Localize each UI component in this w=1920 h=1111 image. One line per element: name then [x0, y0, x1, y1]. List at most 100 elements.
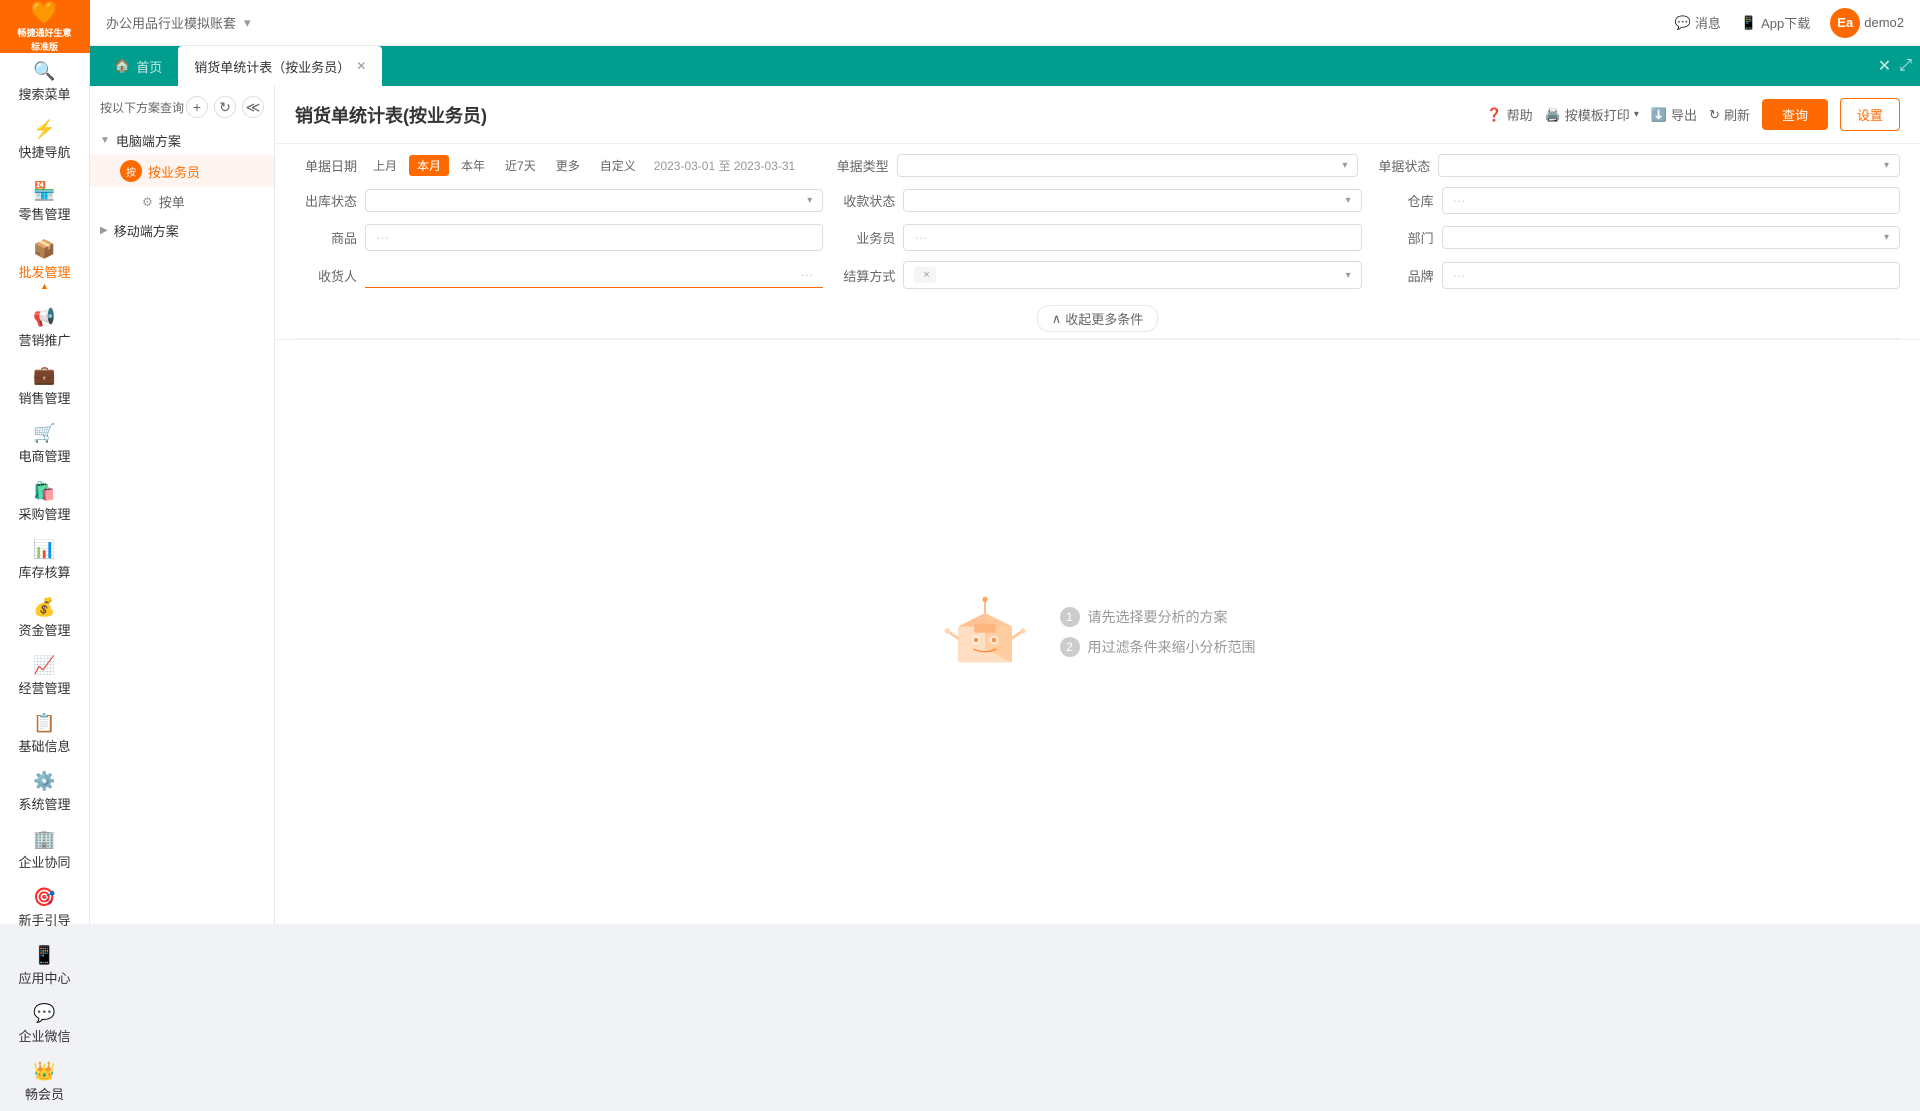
warehouse-label: 仓库	[1372, 191, 1442, 210]
query-button[interactable]: 查询	[1762, 99, 1828, 130]
export-icon: ⬇️	[1651, 107, 1667, 123]
sidebar-item-enterprise[interactable]: 🏢 企业协同	[0, 821, 90, 879]
print-btn[interactable]: 🖨️ 按模板打印 ▾	[1545, 105, 1639, 124]
goods-filter: ···	[365, 224, 823, 251]
doc-type-select[interactable]: ▾	[897, 154, 1359, 177]
order-scheme-icon: ⚙	[142, 195, 153, 209]
out-status-select[interactable]: ▾	[365, 189, 823, 212]
page-title: 销货单统计表(按业务员)	[295, 102, 487, 140]
tree-child-salesperson[interactable]: 按 按业务员	[90, 155, 274, 187]
date-range: 2023-03-01 至 2023-03-31	[654, 157, 795, 174]
sidebar-item-newcomer[interactable]: 🎯 新手引导	[0, 879, 90, 937]
date-tab-more[interactable]: 更多	[548, 155, 588, 176]
collapse-panel-btn[interactable]: ≪	[242, 96, 264, 118]
app-subtitle: 标准版	[31, 40, 58, 53]
export-btn[interactable]: ⬇️ 导出	[1651, 105, 1697, 124]
sidebar-item-ecommerce[interactable]: 🛒 电商管理	[0, 415, 90, 473]
left-panel-actions: + ↻ ≪	[186, 96, 264, 118]
goods-label: 商品	[295, 228, 365, 247]
tab-sales-stat[interactable]: 销货单统计表（按业务员） ✕	[178, 46, 382, 86]
date-tab-7days[interactable]: 近7天	[497, 155, 544, 176]
sidebar-item-app-center[interactable]: 📱 应用中心	[0, 937, 90, 995]
app-center-icon: 📱	[33, 945, 55, 966]
sidebar-item-quick-nav[interactable]: ⚡ 快捷导航	[0, 111, 90, 169]
quick-nav-icon: ⚡	[33, 119, 55, 140]
sidebar-item-wechat[interactable]: 💬 企业微信	[0, 995, 90, 1053]
app-download-btn[interactable]: 📱 App下载	[1741, 13, 1810, 32]
sidebar-item-label: 销售管理	[18, 388, 70, 407]
sidebar-item-label: 库存核算	[18, 562, 70, 581]
sidebar-item-vip[interactable]: 👑 畅会员	[0, 1053, 90, 1111]
wechat-icon: 💬	[33, 1003, 55, 1024]
date-filter: 上月 本月 本年 近7天 更多 自定义 2023-03-01 至 2023-03…	[365, 155, 827, 176]
sidebar-item-system[interactable]: ⚙️ 系统管理	[0, 763, 90, 821]
receiver-input[interactable]: ···	[365, 262, 823, 288]
tab-home[interactable]: 🏠 首页	[98, 46, 178, 86]
brand-select[interactable]: ···	[1442, 262, 1900, 289]
salesperson-select[interactable]: ···	[903, 224, 1361, 251]
tab-close-icon[interactable]: ✕	[356, 59, 366, 73]
date-label: 单据日期	[295, 156, 365, 175]
finance-icon: 💰	[33, 597, 55, 618]
date-tab-this-year[interactable]: 本年	[453, 155, 493, 176]
warehouse-select[interactable]: ···	[1442, 187, 1900, 214]
date-tabs: 上月 本月 本年 近7天 更多 自定义	[365, 155, 644, 176]
date-tab-last-month[interactable]: 上月	[365, 155, 405, 176]
date-tab-this-month[interactable]: 本月	[409, 155, 449, 176]
sidebar-item-label: 企业微信	[18, 1026, 70, 1045]
sidebar-item-label: 搜索菜单	[18, 84, 70, 103]
topbar-dropdown-icon[interactable]: ▾	[244, 15, 251, 31]
tree-item-desktop[interactable]: ▼ 电脑端方案	[90, 126, 274, 155]
tip-text-1: 请先选择要分析的方案	[1088, 607, 1228, 627]
settings-button[interactable]: 设置	[1840, 98, 1900, 131]
sidebar-item-label: 新手引导	[18, 910, 70, 929]
help-btn[interactable]: ❓ 帮助	[1486, 105, 1532, 124]
sidebar-item-finance[interactable]: 💰 资金管理	[0, 589, 90, 647]
help-icon: ❓	[1486, 107, 1502, 123]
chevron-down-icon-6: ▾	[1346, 270, 1351, 281]
doc-status-filter: ▾	[1438, 154, 1900, 177]
warehouse-filter: ···	[1442, 187, 1900, 214]
filter-row-1: 单据日期 上月 本月 本年 近7天 更多 自定义 2023-03-01 至 20…	[295, 154, 1900, 177]
tree-item-mobile[interactable]: ▶ 移动端方案	[90, 216, 274, 245]
doc-status-select[interactable]: ▾	[1438, 154, 1900, 177]
sidebar-item-operations[interactable]: 📈 经营管理	[0, 647, 90, 705]
tag-close-icon[interactable]: ×	[923, 269, 929, 281]
refresh-btn[interactable]: ↻ 刷新	[1709, 105, 1750, 124]
page-header: 销货单统计表(按业务员) ❓ 帮助 🖨️ 按模板打印 ▾ ⬇️ 导出	[275, 86, 1920, 144]
sidebar-item-wholesale[interactable]: 📦 批发管理 ▲	[0, 231, 90, 299]
chevron-down-icon: ▾	[1342, 160, 1347, 171]
chevron-up-icon: ▲	[40, 281, 49, 291]
sidebar-item-marketing[interactable]: 📢 营销推广	[0, 299, 90, 357]
filter-row-4: 收货人 ··· 结算方式 ×	[295, 261, 1900, 289]
goods-select[interactable]: ···	[365, 224, 823, 251]
tree-grandchild-order[interactable]: ⚙ 按单	[90, 187, 274, 216]
collapse-icon: ∧	[1052, 311, 1062, 327]
user-profile[interactable]: Ea demo2	[1830, 8, 1904, 38]
date-tab-custom[interactable]: 自定义	[592, 155, 644, 176]
sidebar-item-retail[interactable]: 🏪 零售管理	[0, 173, 90, 231]
payment-select[interactable]: × ▾	[903, 261, 1361, 289]
sidebar-item-inventory[interactable]: 📊 库存核算	[0, 531, 90, 589]
refresh-scheme-btn[interactable]: ↻	[214, 96, 236, 118]
receipt-status-select[interactable]: ▾	[903, 189, 1361, 212]
empty-tip-1: 1 请先选择要分析的方案	[1060, 607, 1256, 627]
sidebar-item-sales[interactable]: 💼 销售管理	[0, 357, 90, 415]
dept-label: 部门	[1372, 228, 1442, 247]
tab-close-btn[interactable]: ✕	[1878, 56, 1891, 76]
collapse-filter-btn[interactable]: ∧ 收起更多条件	[1037, 305, 1159, 332]
empty-tip-2: 2 用过滤条件来缩小分析范围	[1060, 637, 1256, 657]
add-scheme-btn[interactable]: +	[186, 96, 208, 118]
dept-select[interactable]: ▾	[1442, 226, 1900, 249]
receiver-label: 收货人	[295, 266, 365, 285]
sidebar-item-purchase[interactable]: 🛍️ 采购管理	[0, 473, 90, 531]
sidebar-item-label: 电商管理	[18, 446, 70, 465]
help-label: 帮助	[1507, 105, 1533, 124]
sidebar-item-search-menu[interactable]: 🔍 搜索菜单	[0, 53, 90, 111]
box-svg	[940, 586, 1030, 676]
message-btn[interactable]: 💬 消息	[1675, 13, 1721, 32]
refresh-label: 刷新	[1724, 105, 1750, 124]
sidebar-item-basic-info[interactable]: 📋 基础信息	[0, 705, 90, 763]
tab-home-label: 首页	[136, 57, 162, 76]
tab-expand-btn[interactable]: ⤢	[1899, 57, 1912, 75]
